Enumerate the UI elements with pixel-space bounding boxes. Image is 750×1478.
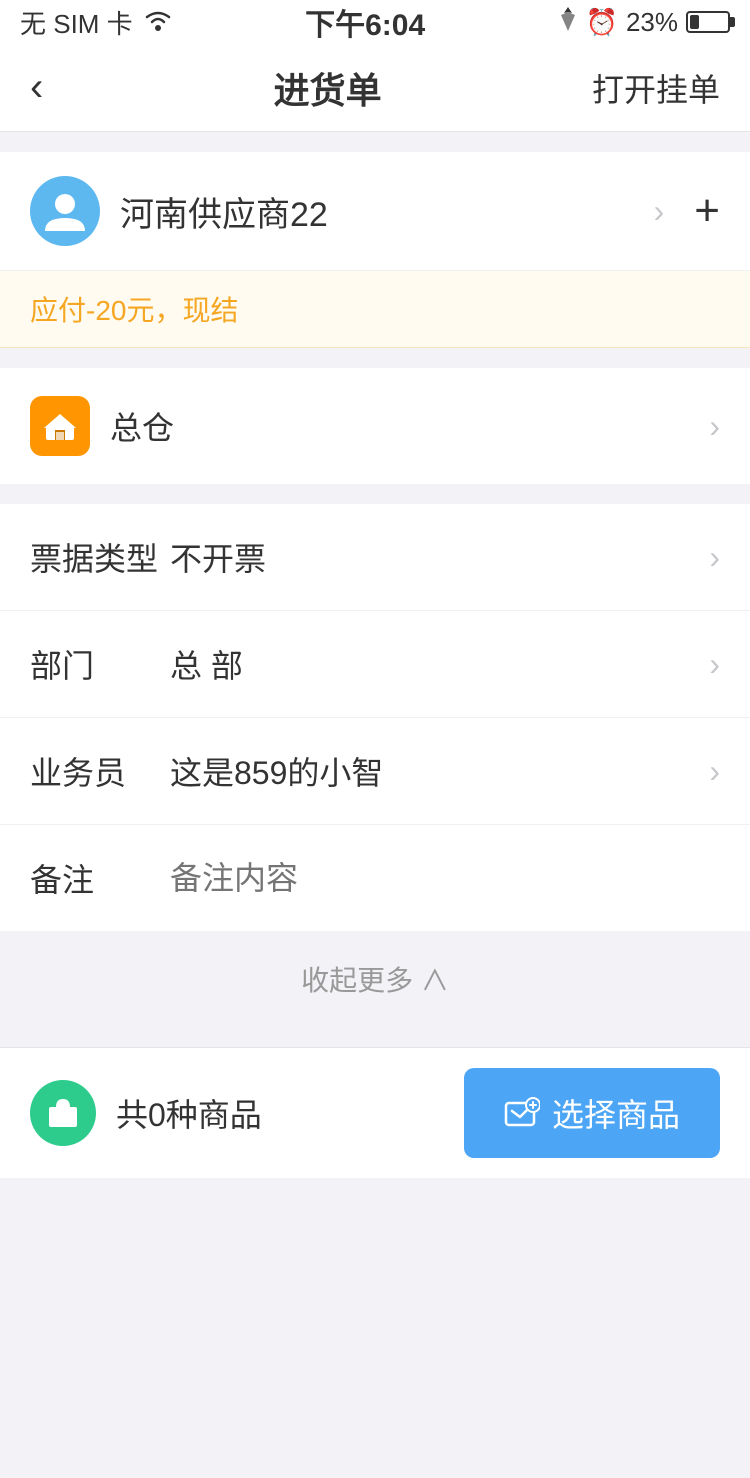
product-icon xyxy=(30,1080,96,1146)
chevron-right-icon: › xyxy=(654,193,665,230)
invoice-value: 不开票 xyxy=(170,534,709,580)
chevron-right-icon: › xyxy=(709,539,720,576)
battery-percent: 23% xyxy=(626,7,678,38)
status-right: ⏰ 23% xyxy=(558,7,730,38)
chevron-right-icon: › xyxy=(709,646,720,683)
supplier-actions: › + xyxy=(654,189,720,233)
form-section: 票据类型 不开票 › 部门 总 部 › 业务员 这是859的小智 › 备注 xyxy=(0,504,750,931)
gap-1 xyxy=(0,132,750,152)
page-title: 进货单 xyxy=(274,62,382,114)
staff-value: 这是859的小智 xyxy=(170,748,709,794)
status-left: 无 SIM 卡 xyxy=(20,4,173,41)
footer-bar: 共0种商品 选择商品 xyxy=(0,1047,750,1178)
dept-row[interactable]: 部门 总 部 › xyxy=(0,611,750,718)
content-below xyxy=(0,1178,750,1478)
supplier-row[interactable]: 河南供应商22 › + xyxy=(0,152,750,271)
location-icon xyxy=(558,7,578,38)
gap-2 xyxy=(0,348,750,368)
product-count: 共0种商品 xyxy=(116,1090,444,1136)
back-button[interactable]: ‹ xyxy=(30,55,63,120)
wifi-icon xyxy=(143,7,173,38)
chevron-right-icon: › xyxy=(709,753,720,790)
dept-value: 总 部 xyxy=(170,641,709,687)
warehouse-name: 总仓 xyxy=(110,403,709,449)
open-pending-button[interactable]: 打开挂单 xyxy=(592,65,720,111)
supplier-name: 河南供应商22 xyxy=(120,187,654,236)
battery-icon xyxy=(686,11,730,33)
invoice-label: 票据类型 xyxy=(30,534,170,580)
invoice-row[interactable]: 票据类型 不开票 › xyxy=(0,504,750,611)
alarm-icon: ⏰ xyxy=(586,7,618,38)
chevron-right-icon: › xyxy=(709,408,720,445)
status-time: 下午6:04 xyxy=(305,0,425,44)
dept-label: 部门 xyxy=(30,641,170,687)
select-product-label: 选择商品 xyxy=(552,1090,680,1136)
nav-bar: ‹ 进货单 打开挂单 xyxy=(0,44,750,132)
remark-label: 备注 xyxy=(30,855,170,901)
gap-3 xyxy=(0,484,750,504)
staff-label: 业务员 xyxy=(30,748,170,794)
supplier-section: 河南供应商22 › + 应付-20元，现结 xyxy=(0,152,750,348)
select-product-button[interactable]: 选择商品 xyxy=(464,1068,720,1158)
gap-4 xyxy=(0,1027,750,1047)
staff-row[interactable]: 业务员 这是859的小智 › xyxy=(0,718,750,825)
warehouse-row[interactable]: 总仓 › xyxy=(0,368,750,484)
add-supplier-button[interactable]: + xyxy=(694,189,720,233)
remark-row[interactable]: 备注 xyxy=(0,825,750,931)
warehouse-icon xyxy=(30,396,90,456)
status-bar: 无 SIM 卡 下午6:04 ⏰ 23% xyxy=(0,0,750,44)
collapse-button[interactable]: 收起更多 ∧ xyxy=(0,931,750,1027)
remark-input[interactable] xyxy=(170,860,720,897)
carrier-text: 无 SIM 卡 xyxy=(20,4,133,41)
alert-banner: 应付-20元，现结 xyxy=(0,271,750,348)
avatar xyxy=(30,176,100,246)
warehouse-section: 总仓 › xyxy=(0,368,750,484)
